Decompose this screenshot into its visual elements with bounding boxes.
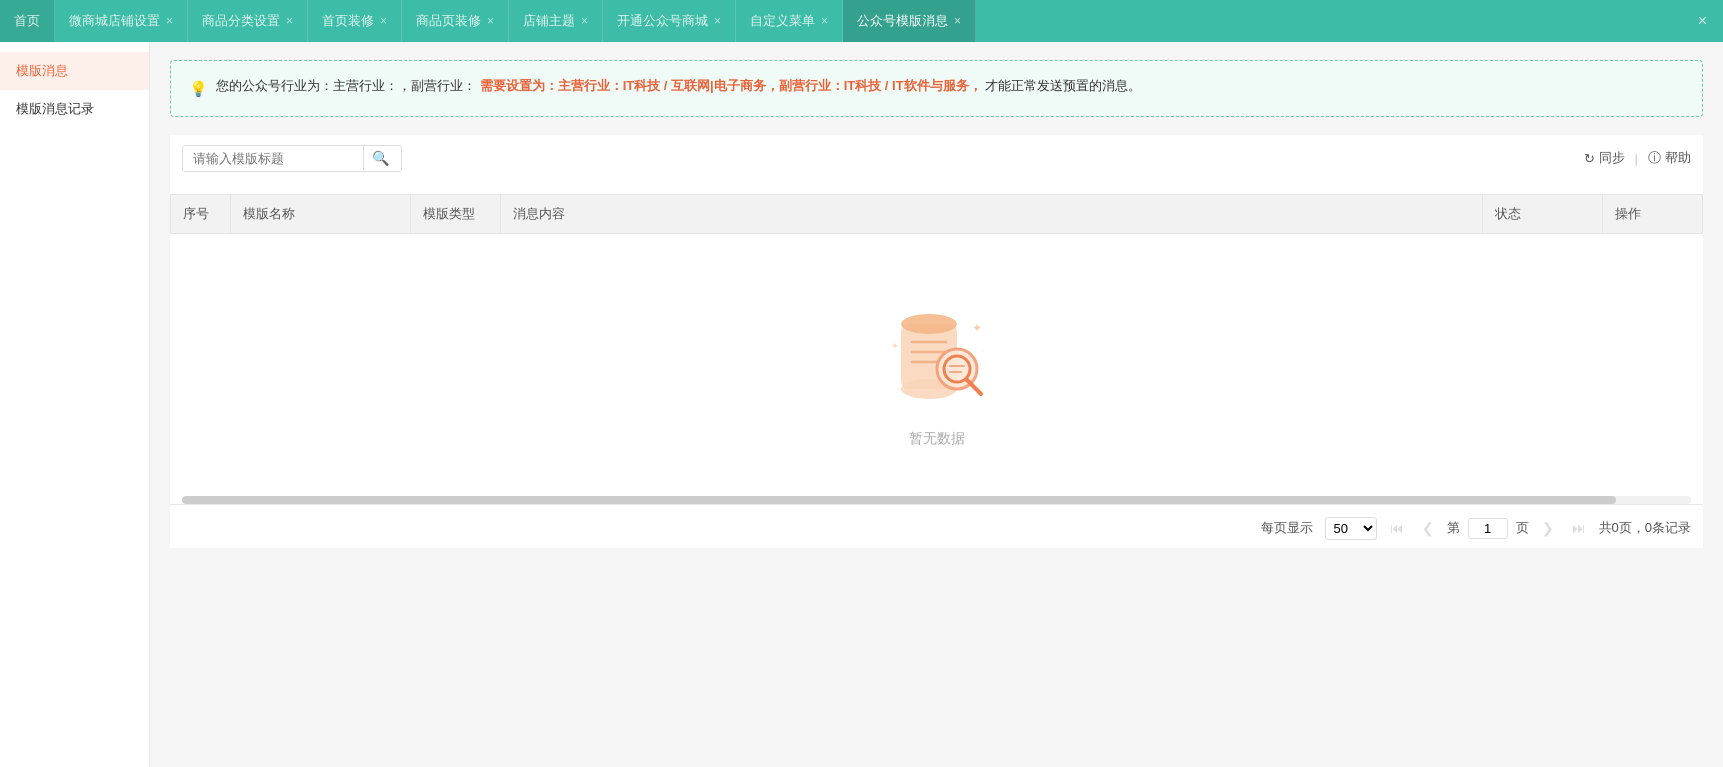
close-icon[interactable]: × [954, 14, 961, 28]
col-header-type: 模版类型 [411, 194, 501, 233]
col-header-status: 状态 [1483, 194, 1603, 233]
nav-tab-theme[interactable]: 店铺主题 × [509, 0, 603, 42]
svg-text:✦: ✦ [891, 341, 899, 351]
top-nav: 首页 微商城店铺设置 × 商品分类设置 × 首页装修 × 商品页装修 × 店铺主… [0, 0, 1723, 42]
total-info: 共0页，0条记录 [1599, 519, 1691, 537]
page-size-label: 每页显示 [1261, 519, 1313, 537]
notice-highlight: 需要设置为：主营行业：IT科技 / 互联网|电子商务，副营行业：IT科技 / I… [480, 78, 982, 93]
close-icon[interactable]: × [821, 14, 828, 28]
col-header-content: 消息内容 [501, 194, 1483, 233]
main-layout: 模版消息 模版消息记录 💡 您的公众号行业为：主营行业：，副营行业： 需要设置为… [0, 42, 1723, 767]
pagination-row: 每页显示 50 10 20 100 ⏮ ❮ 第 页 ❯ ⏭ 共0页，0条记录 [170, 504, 1703, 548]
nav-tab-open-mall[interactable]: 开通公众号商城 × [603, 0, 736, 42]
first-page-button[interactable]: ⏮ [1385, 518, 1409, 538]
col-header-action: 操作 [1603, 194, 1703, 233]
empty-text: 暂无数据 [909, 430, 965, 448]
help-label: 帮助 [1665, 149, 1691, 167]
close-icon[interactable]: × [487, 14, 494, 28]
next-page-button[interactable]: ❯ [1537, 518, 1559, 538]
nav-tab-home-label: 首页 [14, 12, 40, 30]
empty-state: ✦ ✦ · 暂无数据 [171, 234, 1703, 488]
empty-illustration: ✦ ✦ · [877, 294, 997, 414]
prev-page-button[interactable]: ❮ [1417, 518, 1439, 538]
nav-tab-shop-setting[interactable]: 微商城店铺设置 × [55, 0, 188, 42]
nav-tab-custom-menu-label: 自定义菜单 [750, 12, 815, 30]
nav-tab-template-msg-label: 公众号模版消息 [857, 12, 948, 30]
close-all-button[interactable]: × [1682, 12, 1723, 30]
nav-tab-theme-label: 店铺主题 [523, 12, 575, 30]
notice-text: 您的公众号行业为：主营行业：，副营行业： 需要设置为：主营行业：IT科技 / 互… [216, 75, 1141, 97]
nav-tab-template-msg[interactable]: 公众号模版消息 × [843, 0, 976, 42]
divider: | [1635, 151, 1638, 166]
table-wrapper: 🔍 ↻ 同步 | ⓘ 帮助 [170, 135, 1703, 548]
nav-tab-home-decor[interactable]: 首页装修 × [308, 0, 402, 42]
nav-tab-category-label: 商品分类设置 [202, 12, 280, 30]
horizontal-scrollbar[interactable] [182, 496, 1691, 504]
nav-tab-shop-setting-label: 微商城店铺设置 [69, 12, 160, 30]
content-area: 💡 您的公众号行业为：主营行业：，副营行业： 需要设置为：主营行业：IT科技 /… [150, 42, 1723, 767]
page-size-select[interactable]: 50 10 20 100 [1325, 517, 1377, 540]
search-input-wrap: 🔍 [182, 145, 402, 172]
nav-tab-product-decor-label: 商品页装修 [416, 12, 481, 30]
close-icon[interactable]: × [380, 14, 387, 28]
page-input[interactable] [1468, 518, 1508, 539]
nav-tab-home[interactable]: 首页 [0, 0, 55, 42]
nav-tab-home-decor-label: 首页装修 [322, 12, 374, 30]
search-row: 🔍 ↻ 同步 | ⓘ 帮助 [170, 135, 1703, 182]
svg-text:✦: ✦ [972, 321, 982, 335]
scrollbar-thumb [182, 496, 1616, 504]
sync-button[interactable]: ↻ 同步 [1584, 149, 1625, 167]
svg-point-2 [901, 314, 957, 334]
close-icon[interactable]: × [714, 14, 721, 28]
close-icon[interactable]: × [166, 14, 173, 28]
col-header-seq: 序号 [171, 194, 231, 233]
nav-tab-open-mall-label: 开通公众号商城 [617, 12, 708, 30]
nav-tab-custom-menu[interactable]: 自定义菜单 × [736, 0, 843, 42]
page-label-prefix: 第 [1447, 519, 1460, 537]
notice-icon: 💡 [189, 76, 208, 102]
search-input[interactable] [183, 146, 363, 171]
col-header-name: 模版名称 [231, 194, 411, 233]
nav-tab-category[interactable]: 商品分类设置 × [188, 0, 308, 42]
sync-icon: ↻ [1584, 151, 1595, 166]
help-button[interactable]: ⓘ 帮助 [1648, 149, 1691, 167]
page-label-suffix: 页 [1516, 519, 1529, 537]
sidebar: 模版消息 模版消息记录 [0, 42, 150, 767]
sidebar-item-template-msg-log[interactable]: 模版消息记录 [0, 90, 149, 128]
data-table: 序号 模版名称 模版类型 消息内容 状态 操作 [170, 194, 1703, 488]
close-icon[interactable]: × [286, 14, 293, 28]
notice-prefix: 您的公众号行业为：主营行业：，副营行业： [216, 78, 476, 93]
svg-text:·: · [982, 347, 984, 356]
notice-suffix: 才能正常发送预置的消息。 [985, 78, 1141, 93]
close-icon[interactable]: × [581, 14, 588, 28]
search-icon: 🔍 [372, 150, 389, 166]
sync-label: 同步 [1599, 149, 1625, 167]
sidebar-item-template-msg[interactable]: 模版消息 [0, 52, 149, 90]
notice-box: 💡 您的公众号行业为：主营行业：，副营行业： 需要设置为：主营行业：IT科技 /… [170, 60, 1703, 117]
toolbar-right: ↻ 同步 | ⓘ 帮助 [1584, 149, 1691, 167]
nav-tab-product-decor[interactable]: 商品页装修 × [402, 0, 509, 42]
search-button[interactable]: 🔍 [363, 146, 397, 170]
empty-row: ✦ ✦ · 暂无数据 [171, 233, 1703, 488]
help-icon: ⓘ [1648, 149, 1661, 167]
last-page-button[interactable]: ⏭ [1567, 518, 1591, 538]
